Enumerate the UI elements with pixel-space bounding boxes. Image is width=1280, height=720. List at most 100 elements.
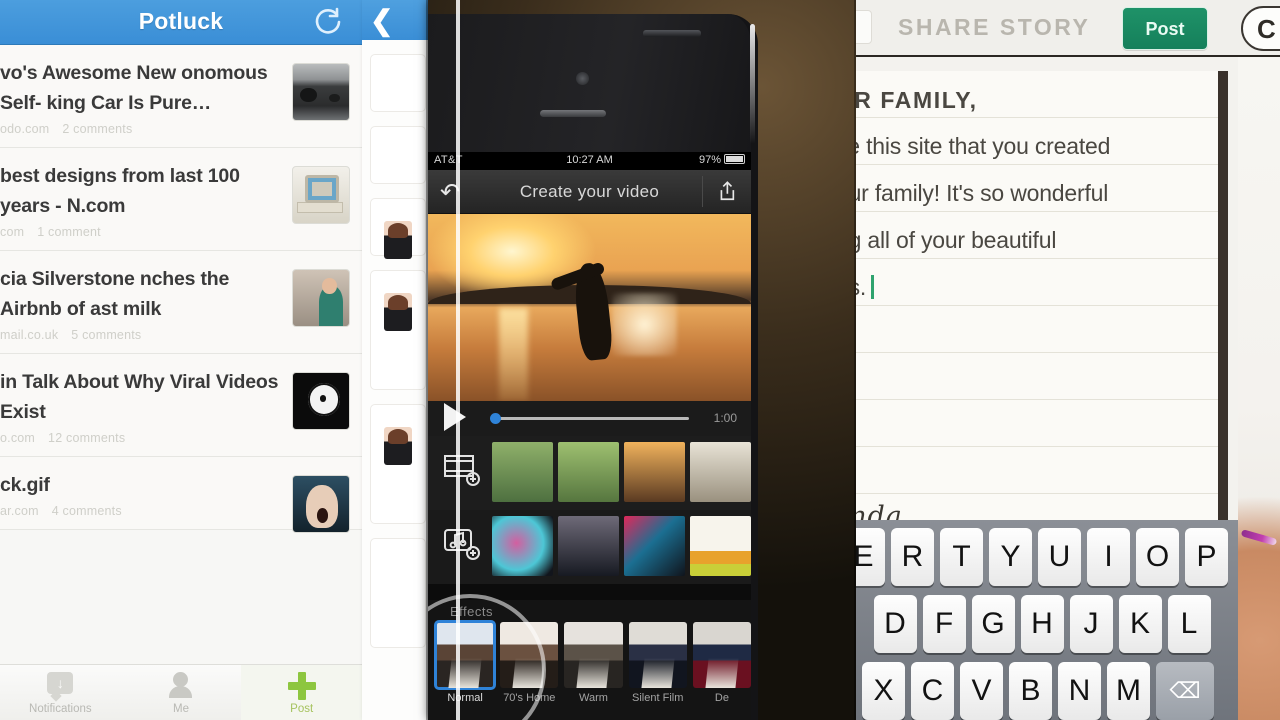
toolbar-left-button[interactable] [856,10,872,44]
background-app-header: ❮ [362,0,434,40]
battery-percent: 97% [698,154,721,166]
keyboard-row-3[interactable]: X C V B N M ⌫ [856,662,1238,720]
key-X[interactable]: X [862,662,905,720]
film-add-icon[interactable] [442,448,482,488]
key-L[interactable]: L [1167,595,1211,653]
music-add-icon[interactable] [442,522,482,562]
tab-notifications[interactable]: Notifications [0,665,121,720]
keyboard-row-2[interactable]: D F G H J K L [856,595,1238,653]
tab-me[interactable]: Me [121,665,242,720]
story-meta: com 1 comment [0,225,296,239]
avatar [384,293,412,331]
key-D[interactable]: D [873,595,917,653]
music-colorful[interactable] [492,516,553,576]
scrubber-handle[interactable] [490,413,501,424]
battery-icon [724,154,745,164]
key-G[interactable]: G [971,595,1015,653]
keyboard-row-1[interactable]: E R T Y U I O P [856,528,1238,586]
key-E[interactable]: E [856,528,885,586]
key-F[interactable]: F [922,595,966,653]
story-source: ar.com [0,504,39,518]
lined-paper[interactable]: AR FAMILY, ve this site that you created… [856,71,1228,532]
key-P[interactable]: P [1185,528,1228,586]
filter-de[interactable]: De [692,622,752,704]
plus-icon [287,672,316,700]
letter-line: es. [856,274,867,300]
share-story-toolbar: SHARE STORY Post C [856,0,1280,57]
video-preview[interactable] [428,214,751,401]
list-item[interactable]: cia Silverstone nches the Airbnb of ast … [0,251,362,354]
scrubber-track[interactable] [494,417,689,420]
key-Y[interactable]: Y [989,528,1032,586]
filter-silent-film[interactable]: Silent Film [628,622,687,704]
filter-warm[interactable]: Warm [564,622,623,704]
key-M[interactable]: M [1107,662,1150,720]
letter-salutation: AR FAMILY, [856,87,978,113]
filter-label: De [714,692,729,704]
list-item[interactable] [370,404,426,524]
key-C[interactable]: C [911,662,954,720]
potluck-tab-bar: Notifications Me Post [0,664,362,720]
letter-line-with-caret: es. [856,264,1210,311]
avatar [384,427,412,465]
backspace-icon[interactable]: ⌫ [1156,662,1214,720]
key-I[interactable]: I [1087,528,1130,586]
key-N[interactable]: N [1058,662,1101,720]
screaming-face-thumb [292,475,350,533]
device-power-button [643,30,701,37]
filter-label: Silent Film [632,692,684,704]
story-title: in Talk About Why Viral Videos Exist [0,371,279,423]
play-icon[interactable] [444,403,466,431]
clip-thumbnails[interactable] [492,442,751,502]
story-title: ck.gif [0,474,50,496]
key-B[interactable]: B [1009,662,1052,720]
clip-dog-sunset[interactable] [624,442,685,502]
key-H[interactable]: H [1020,595,1064,653]
paper-rule [856,446,1218,447]
list-item[interactable] [370,538,426,648]
list-item[interactable] [370,270,426,390]
list-item[interactable] [370,54,426,112]
post-button[interactable]: Post [1122,7,1208,50]
notifications-icon [47,672,74,694]
music-neon[interactable] [624,516,685,576]
key-T[interactable]: T [940,528,983,586]
playback-scrubber[interactable]: 1:00 [428,401,751,436]
list-item[interactable] [370,126,426,184]
list-item[interactable]: vo's Awesome New onomous Self- king Car … [0,45,362,148]
letter-text[interactable]: AR FAMILY, ve this site that you created… [856,77,1210,311]
key-K[interactable]: K [1118,595,1162,653]
clip-person-white[interactable] [690,442,751,502]
story-comments: 5 comments [71,328,142,342]
music-thumbnails[interactable] [492,516,751,576]
cancel-button[interactable]: C [1241,6,1280,51]
list-item[interactable]: best designs from last 100 years - N.com… [0,148,362,251]
key-O[interactable]: O [1136,528,1179,586]
list-item[interactable]: in Talk About Why Viral Videos Exist o.c… [0,354,362,457]
key-J[interactable]: J [1069,595,1113,653]
tab-post[interactable]: Post [241,665,362,720]
clip-strip-row[interactable] [428,436,751,510]
key-V[interactable]: V [960,662,1003,720]
list-item[interactable]: ck.gif ar.com 4 comments [0,457,362,533]
list-item[interactable] [370,198,426,259]
back-chevron-icon[interactable]: ❮ [370,4,393,37]
music-strip-row[interactable] [428,510,751,584]
music-album[interactable] [690,516,751,576]
on-screen-keyboard[interactable]: E R T Y U I O P D F G H J K L X C V B N … [856,520,1238,720]
key-U[interactable]: U [1038,528,1081,586]
music-concert[interactable] [558,516,619,576]
story-comments: 1 comment [37,225,101,239]
share-export-icon[interactable] [715,180,737,202]
device-edge-highlight [750,24,755,144]
runner-silhouette [571,261,614,362]
key-R[interactable]: R [891,528,934,586]
clip-kid-field[interactable] [558,442,619,502]
clip-kid-running[interactable] [492,442,553,502]
refresh-icon[interactable] [312,6,344,38]
panel-seam [426,0,428,720]
letter-line: ng all of your beautiful [856,227,1057,253]
potluck-story-list[interactable]: vo's Awesome New onomous Self- king Car … [0,45,362,664]
filter-label: Warm [579,692,608,704]
iphone-device-body: AT&T 10:27 AM 97% ↶ Create your video 1:… [428,14,758,720]
